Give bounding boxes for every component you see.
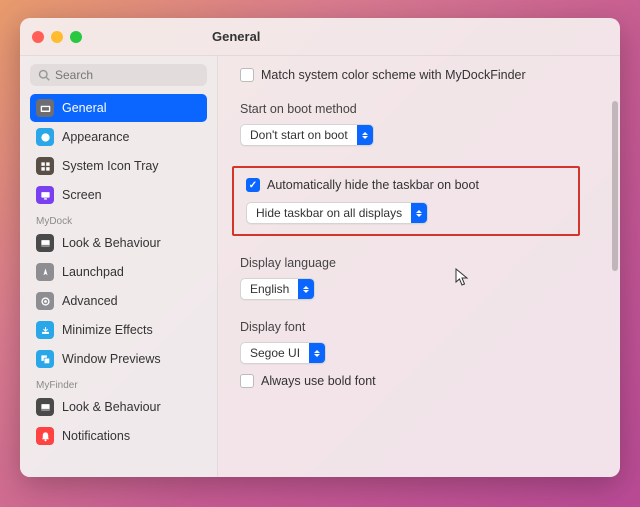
search-icon [38, 69, 50, 81]
gear-icon [36, 99, 54, 117]
search-field[interactable] [30, 64, 207, 86]
appearance-icon [36, 128, 54, 146]
match-color-scheme-label: Match system color scheme with MyDockFin… [261, 68, 526, 82]
screen-icon [36, 186, 54, 204]
sidebar-item-launchpad[interactable]: Launchpad [30, 258, 207, 286]
boot-method-label: Start on boot method [240, 102, 610, 116]
sidebar-item-advanced[interactable]: Advanced [30, 287, 207, 315]
bold-font-row[interactable]: Always use bold font [240, 374, 610, 388]
display-font-value: Segoe UI [250, 346, 300, 360]
windows-icon [36, 350, 54, 368]
sidebar-item-look-behaviour[interactable]: Look & Behaviour [30, 229, 207, 257]
minimize-icon [36, 321, 54, 339]
section-display-language: Display language English [240, 256, 610, 300]
scrollbar[interactable] [612, 101, 618, 271]
zoom-button[interactable] [70, 31, 82, 43]
sidebar-item-label: Appearance [62, 130, 129, 144]
section-color-scheme: Match system color scheme with MyDockFin… [240, 68, 610, 82]
boot-method-select[interactable]: Don't start on boot [240, 124, 374, 146]
section-display-font: Display font Segoe UI Always use bold fo… [240, 320, 610, 388]
sidebar-item-minimize-effects[interactable]: Minimize Effects [30, 316, 207, 344]
sidebar-item-system-icon-tray[interactable]: System Icon Tray [30, 152, 207, 180]
sidebar-nav: General Appearance System Icon Tray Screen M… [30, 94, 207, 451]
sidebar-item-label: Minimize Effects [62, 323, 153, 337]
sidebar-item-appearance[interactable]: Appearance [30, 123, 207, 151]
boot-method-value: Don't start on boot [250, 128, 348, 142]
sidebar-item-look-behaviour[interactable]: Look & Behaviour [30, 393, 207, 421]
auto-hide-row[interactable]: Automatically hide the taskbar on boot [246, 178, 566, 192]
sidebar-item-label: Advanced [62, 294, 118, 308]
main-panel: Match system color scheme with MyDockFin… [218, 56, 620, 477]
sidebar-item-label: Screen [62, 188, 102, 202]
sidebar: General Appearance System Icon Tray Screen M… [20, 56, 218, 477]
sidebar-item-label: Window Previews [62, 352, 161, 366]
sidebar-item-label: Look & Behaviour [62, 236, 161, 250]
match-color-scheme-row[interactable]: Match system color scheme with MyDockFin… [240, 68, 610, 82]
window-title: General [212, 29, 260, 44]
display-language-label: Display language [240, 256, 610, 270]
display-language-value: English [250, 282, 289, 296]
close-button[interactable] [32, 31, 44, 43]
bold-font-label: Always use bold font [261, 374, 376, 388]
dock-icon [36, 398, 54, 416]
chevron-updown-icon [411, 203, 427, 223]
dock-icon [36, 234, 54, 252]
sidebar-item-general[interactable]: General [30, 94, 207, 122]
auto-hide-label: Automatically hide the taskbar on boot [267, 178, 479, 192]
titlebar: General [20, 18, 620, 56]
highlight-box: Automatically hide the taskbar on boot H… [232, 166, 580, 236]
auto-hide-mode-select[interactable]: Hide taskbar on all displays [246, 202, 428, 224]
auto-hide-checkbox[interactable] [246, 178, 260, 192]
sidebar-group-label: MyFinder [30, 374, 207, 393]
preferences-window: General General Appearance System Icon Tra… [20, 18, 620, 477]
sidebar-item-label: Launchpad [62, 265, 124, 279]
section-boot-method: Start on boot method Don't start on boot [240, 102, 610, 146]
sidebar-item-label: General [62, 101, 106, 115]
content-area: General Appearance System Icon Tray Screen M… [20, 56, 620, 477]
section-auto-hide: Automatically hide the taskbar on boot H… [240, 166, 610, 236]
sidebar-item-label: System Icon Tray [62, 159, 159, 173]
bell-icon [36, 427, 54, 445]
display-font-label: Display font [240, 320, 610, 334]
sidebar-item-notifications[interactable]: Notifications [30, 422, 207, 450]
gear2-icon [36, 292, 54, 310]
traffic-lights [32, 31, 212, 43]
display-language-select[interactable]: English [240, 278, 315, 300]
bold-font-checkbox[interactable] [240, 374, 254, 388]
search-input[interactable] [55, 68, 199, 82]
auto-hide-mode-value: Hide taskbar on all displays [256, 206, 402, 220]
grid-icon [36, 157, 54, 175]
sidebar-item-label: Look & Behaviour [62, 400, 161, 414]
chevron-updown-icon [309, 343, 325, 363]
minimize-button[interactable] [51, 31, 63, 43]
chevron-updown-icon [298, 279, 314, 299]
launchpad-icon [36, 263, 54, 281]
sidebar-item-screen[interactable]: Screen [30, 181, 207, 209]
display-font-select[interactable]: Segoe UI [240, 342, 326, 364]
sidebar-item-window-previews[interactable]: Window Previews [30, 345, 207, 373]
match-color-scheme-checkbox[interactable] [240, 68, 254, 82]
sidebar-group-label: MyDock [30, 210, 207, 229]
sidebar-item-label: Notifications [62, 429, 130, 443]
chevron-updown-icon [357, 125, 373, 145]
